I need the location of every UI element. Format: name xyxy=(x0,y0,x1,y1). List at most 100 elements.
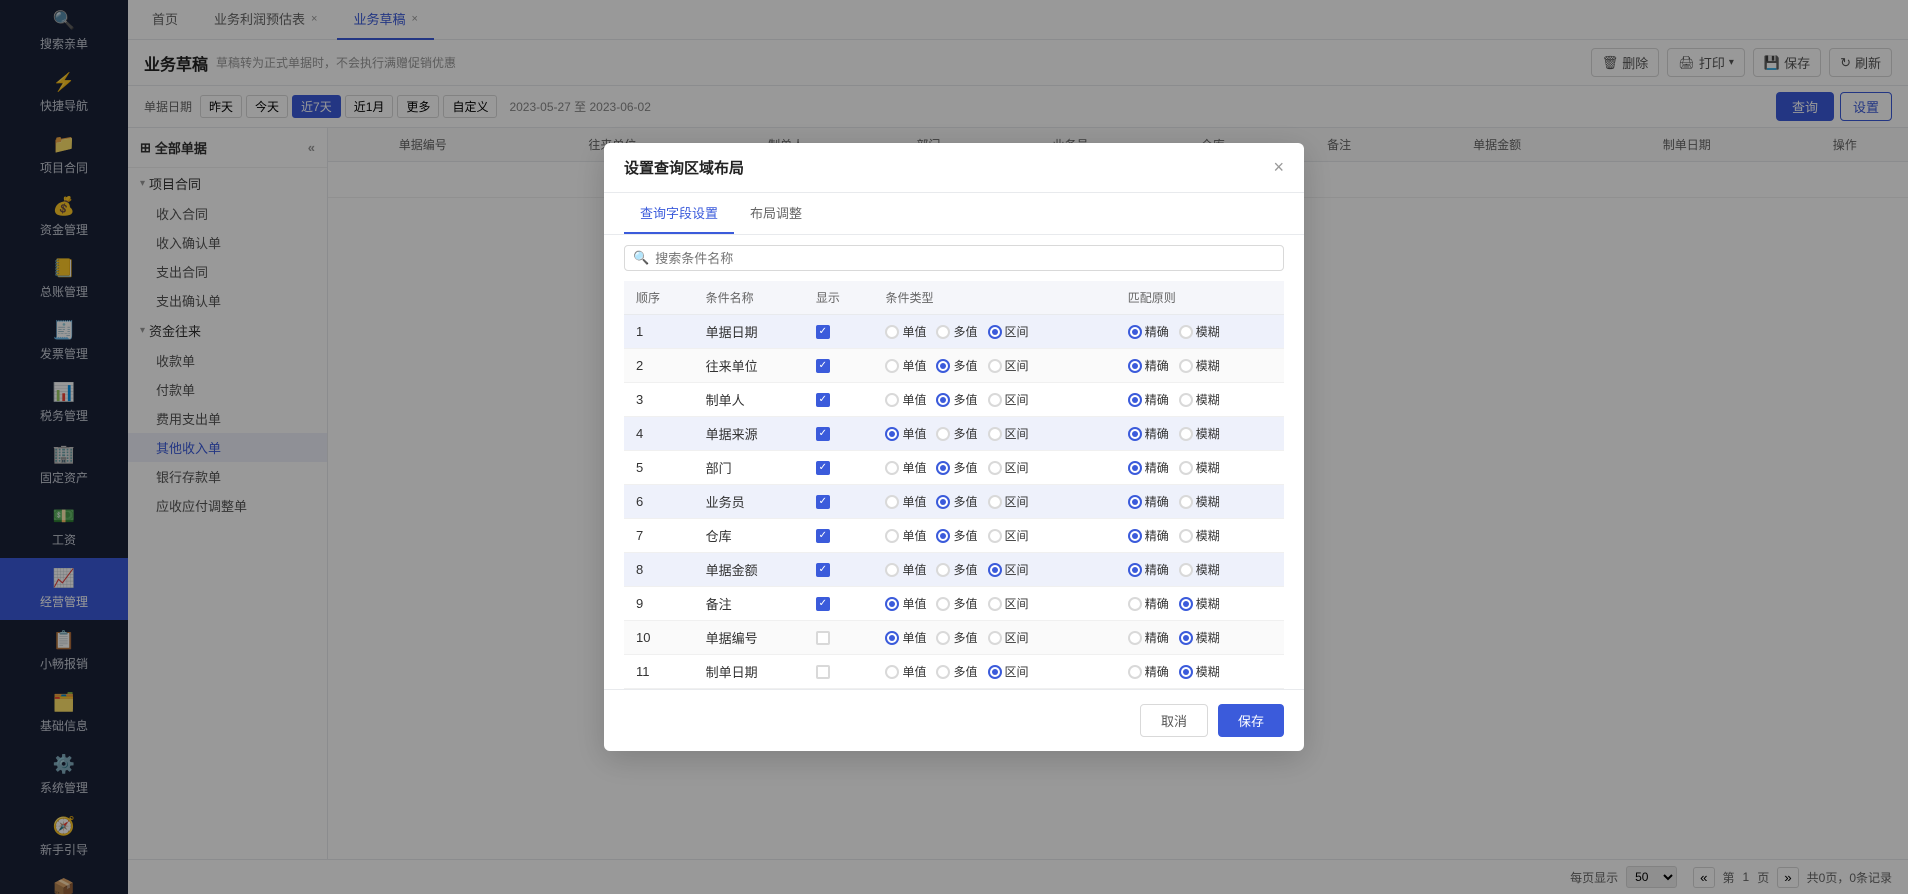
radio-type-区间[interactable]: 区间 xyxy=(988,561,1029,578)
config-row-match[interactable]: 精确模糊 xyxy=(1116,519,1284,553)
radio-match-模糊[interactable]: 模糊 xyxy=(1179,391,1220,408)
display-checkbox[interactable] xyxy=(816,631,830,645)
radio-match-精确[interactable]: 精确 xyxy=(1128,527,1169,544)
radio-type-多值[interactable]: 多值 xyxy=(936,595,977,612)
config-row-type[interactable]: 单值多值区间 xyxy=(873,655,1115,689)
modal-overlay[interactable]: 设置查询区域布局 × 查询字段设置 布局调整 🔍 顺序 xyxy=(0,0,1908,894)
radio-match-精确[interactable]: 精确 xyxy=(1128,561,1169,578)
display-checkbox[interactable] xyxy=(816,665,830,679)
radio-type-多值[interactable]: 多值 xyxy=(936,459,977,476)
dialog-close-icon[interactable]: × xyxy=(1273,157,1284,178)
config-row-type[interactable]: 单值多值区间 xyxy=(873,553,1115,587)
radio-type-单值[interactable]: 单值 xyxy=(885,357,926,374)
config-row-type[interactable]: 单值多值区间 xyxy=(873,519,1115,553)
radio-type-多值[interactable]: 多值 xyxy=(936,663,977,680)
radio-type-多值[interactable]: 多值 xyxy=(936,493,977,510)
config-row-type[interactable]: 单值多值区间 xyxy=(873,383,1115,417)
display-checkbox[interactable] xyxy=(816,461,830,475)
radio-match-精确[interactable]: 精确 xyxy=(1128,357,1169,374)
radio-type-单值[interactable]: 单值 xyxy=(885,493,926,510)
display-checkbox[interactable] xyxy=(816,529,830,543)
radio-match-精确[interactable]: 精确 xyxy=(1128,391,1169,408)
radio-type-区间[interactable]: 区间 xyxy=(988,459,1029,476)
radio-type-区间[interactable]: 区间 xyxy=(988,391,1029,408)
radio-type-多值[interactable]: 多值 xyxy=(936,425,977,442)
radio-type-区间[interactable]: 区间 xyxy=(988,595,1029,612)
config-row-type[interactable]: 单值多值区间 xyxy=(873,349,1115,383)
radio-match-模糊[interactable]: 模糊 xyxy=(1179,459,1220,476)
radio-type-多值[interactable]: 多值 xyxy=(936,527,977,544)
radio-type-区间[interactable]: 区间 xyxy=(988,323,1029,340)
radio-type-多值[interactable]: 多值 xyxy=(936,629,977,646)
radio-type-单值[interactable]: 单值 xyxy=(885,425,926,442)
radio-type-多值[interactable]: 多值 xyxy=(936,561,977,578)
config-row-type[interactable]: 单值多值区间 xyxy=(873,417,1115,451)
config-row-display[interactable] xyxy=(804,451,874,485)
config-row-match[interactable]: 精确模糊 xyxy=(1116,553,1284,587)
config-row-type[interactable]: 单值多值区间 xyxy=(873,621,1115,655)
config-row-match[interactable]: 精确模糊 xyxy=(1116,587,1284,621)
display-checkbox[interactable] xyxy=(816,427,830,441)
config-row-display[interactable] xyxy=(804,383,874,417)
config-row-match[interactable]: 精确模糊 xyxy=(1116,315,1284,349)
radio-match-模糊[interactable]: 模糊 xyxy=(1179,629,1220,646)
radio-match-精确[interactable]: 精确 xyxy=(1128,493,1169,510)
tab-field-settings[interactable]: 查询字段设置 xyxy=(624,193,734,234)
config-row-match[interactable]: 精确模糊 xyxy=(1116,349,1284,383)
radio-match-模糊[interactable]: 模糊 xyxy=(1179,663,1220,680)
radio-type-多值[interactable]: 多值 xyxy=(936,323,977,340)
config-row-match[interactable]: 精确模糊 xyxy=(1116,417,1284,451)
radio-type-区间[interactable]: 区间 xyxy=(988,527,1029,544)
tab-layout-adjust[interactable]: 布局调整 xyxy=(734,193,818,234)
radio-type-单值[interactable]: 单值 xyxy=(885,663,926,680)
config-row-type[interactable]: 单值多值区间 xyxy=(873,451,1115,485)
display-checkbox[interactable] xyxy=(816,325,830,339)
radio-match-精确[interactable]: 精确 xyxy=(1128,629,1169,646)
config-row-type[interactable]: 单值多值区间 xyxy=(873,587,1115,621)
config-row-display[interactable] xyxy=(804,553,874,587)
display-checkbox[interactable] xyxy=(816,495,830,509)
config-row-display[interactable] xyxy=(804,655,874,689)
radio-type-单值[interactable]: 单值 xyxy=(885,527,926,544)
config-row-display[interactable] xyxy=(804,621,874,655)
radio-match-模糊[interactable]: 模糊 xyxy=(1179,493,1220,510)
display-checkbox[interactable] xyxy=(816,359,830,373)
radio-type-单值[interactable]: 单值 xyxy=(885,629,926,646)
radio-match-精确[interactable]: 精确 xyxy=(1128,323,1169,340)
radio-match-精确[interactable]: 精确 xyxy=(1128,595,1169,612)
config-row-match[interactable]: 精确模糊 xyxy=(1116,451,1284,485)
radio-match-模糊[interactable]: 模糊 xyxy=(1179,357,1220,374)
radio-match-模糊[interactable]: 模糊 xyxy=(1179,425,1220,442)
config-row-type[interactable]: 单值多值区间 xyxy=(873,485,1115,519)
config-row-display[interactable] xyxy=(804,485,874,519)
radio-type-单值[interactable]: 单值 xyxy=(885,459,926,476)
config-row-display[interactable] xyxy=(804,349,874,383)
radio-type-单值[interactable]: 单值 xyxy=(885,595,926,612)
config-row-match[interactable]: 精确模糊 xyxy=(1116,383,1284,417)
config-row-type[interactable]: 单值多值区间 xyxy=(873,315,1115,349)
display-checkbox[interactable] xyxy=(816,597,830,611)
display-checkbox[interactable] xyxy=(816,393,830,407)
config-row-display[interactable] xyxy=(804,519,874,553)
config-row-match[interactable]: 精确模糊 xyxy=(1116,655,1284,689)
radio-match-模糊[interactable]: 模糊 xyxy=(1179,527,1220,544)
config-row-display[interactable] xyxy=(804,587,874,621)
config-row-display[interactable] xyxy=(804,417,874,451)
radio-match-精确[interactable]: 精确 xyxy=(1128,459,1169,476)
save-button-dialog[interactable]: 保存 xyxy=(1218,704,1284,737)
display-checkbox[interactable] xyxy=(816,563,830,577)
config-row-match[interactable]: 精确模糊 xyxy=(1116,485,1284,519)
radio-type-区间[interactable]: 区间 xyxy=(988,493,1029,510)
config-row-display[interactable] xyxy=(804,315,874,349)
radio-match-模糊[interactable]: 模糊 xyxy=(1179,323,1220,340)
radio-match-精确[interactable]: 精确 xyxy=(1128,425,1169,442)
radio-match-模糊[interactable]: 模糊 xyxy=(1179,595,1220,612)
radio-match-模糊[interactable]: 模糊 xyxy=(1179,561,1220,578)
radio-type-单值[interactable]: 单值 xyxy=(885,561,926,578)
radio-type-单值[interactable]: 单值 xyxy=(885,323,926,340)
radio-type-单值[interactable]: 单值 xyxy=(885,391,926,408)
radio-type-区间[interactable]: 区间 xyxy=(988,663,1029,680)
cancel-button[interactable]: 取消 xyxy=(1140,704,1208,737)
radio-type-区间[interactable]: 区间 xyxy=(988,357,1029,374)
radio-type-多值[interactable]: 多值 xyxy=(936,391,977,408)
